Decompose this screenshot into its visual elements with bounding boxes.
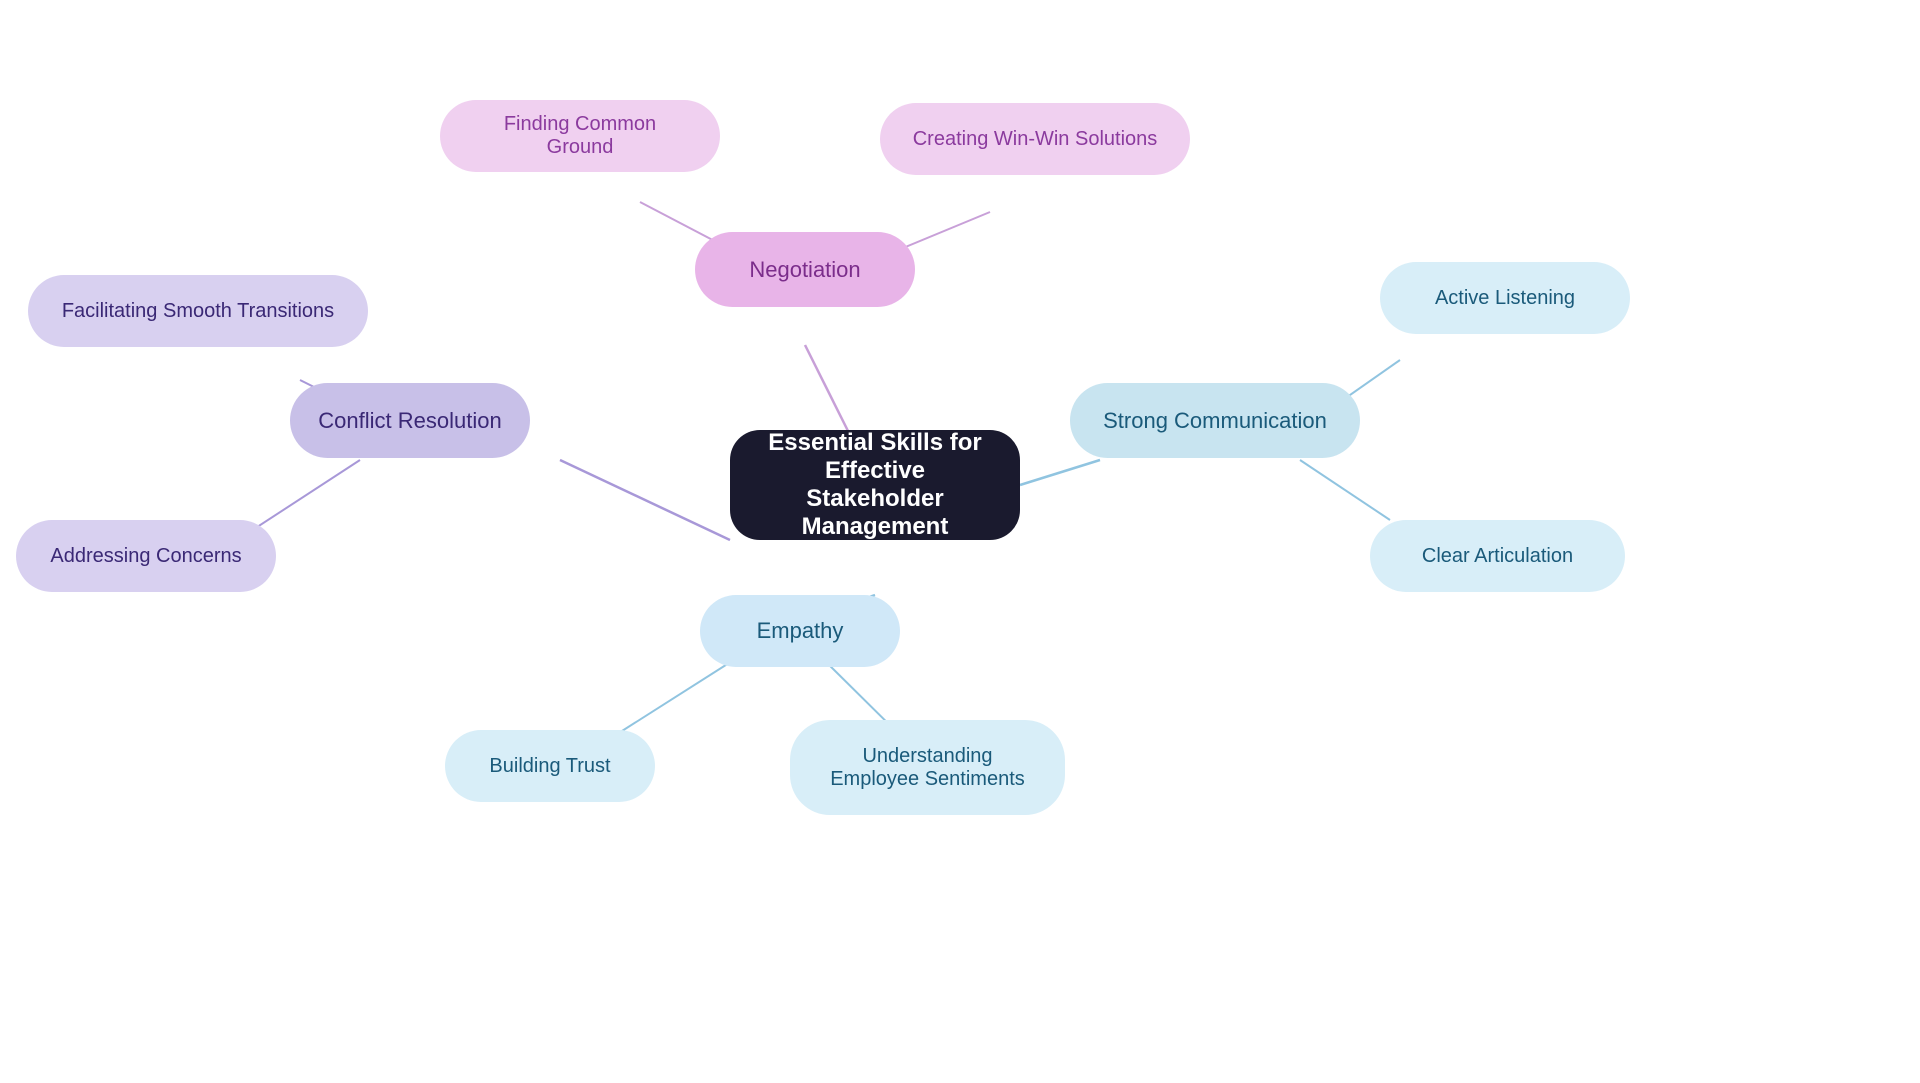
active-listening-label: Active Listening	[1435, 287, 1575, 310]
creating-win-win-node: Creating Win-Win Solutions	[880, 103, 1190, 175]
clear-articulation-label: Clear Articulation	[1422, 545, 1573, 568]
negotiation-node: Negotiation	[695, 232, 915, 307]
center-label: Essential Skills for Effective Stakehold…	[758, 429, 992, 541]
active-listening-node: Active Listening	[1380, 262, 1630, 334]
facilitating-smooth-label: Facilitating Smooth Transitions	[62, 300, 334, 323]
center-node: Essential Skills for Effective Stakehold…	[730, 430, 1020, 540]
facilitating-smooth-node: Facilitating Smooth Transitions	[28, 275, 368, 347]
strong-communication-label: Strong Communication	[1103, 408, 1327, 434]
addressing-concerns-node: Addressing Concerns	[16, 520, 276, 592]
conflict-resolution-node: Conflict Resolution	[290, 383, 530, 458]
finding-common-ground-node: Finding Common Ground	[440, 100, 720, 172]
building-trust-label: Building Trust	[489, 755, 610, 778]
finding-common-ground-label: Finding Common Ground	[468, 113, 692, 159]
understanding-employee-node: Understanding Employee Sentiments	[790, 720, 1065, 815]
negotiation-label: Negotiation	[749, 257, 860, 283]
strong-communication-node: Strong Communication	[1070, 383, 1360, 458]
building-trust-node: Building Trust	[445, 730, 655, 802]
understanding-employee-label: Understanding Employee Sentiments	[818, 745, 1037, 791]
addressing-concerns-label: Addressing Concerns	[50, 545, 241, 568]
conflict-resolution-label: Conflict Resolution	[318, 408, 501, 434]
empathy-node: Empathy	[700, 595, 900, 667]
empathy-label: Empathy	[757, 618, 844, 644]
creating-win-win-label: Creating Win-Win Solutions	[913, 128, 1158, 151]
clear-articulation-node: Clear Articulation	[1370, 520, 1625, 592]
